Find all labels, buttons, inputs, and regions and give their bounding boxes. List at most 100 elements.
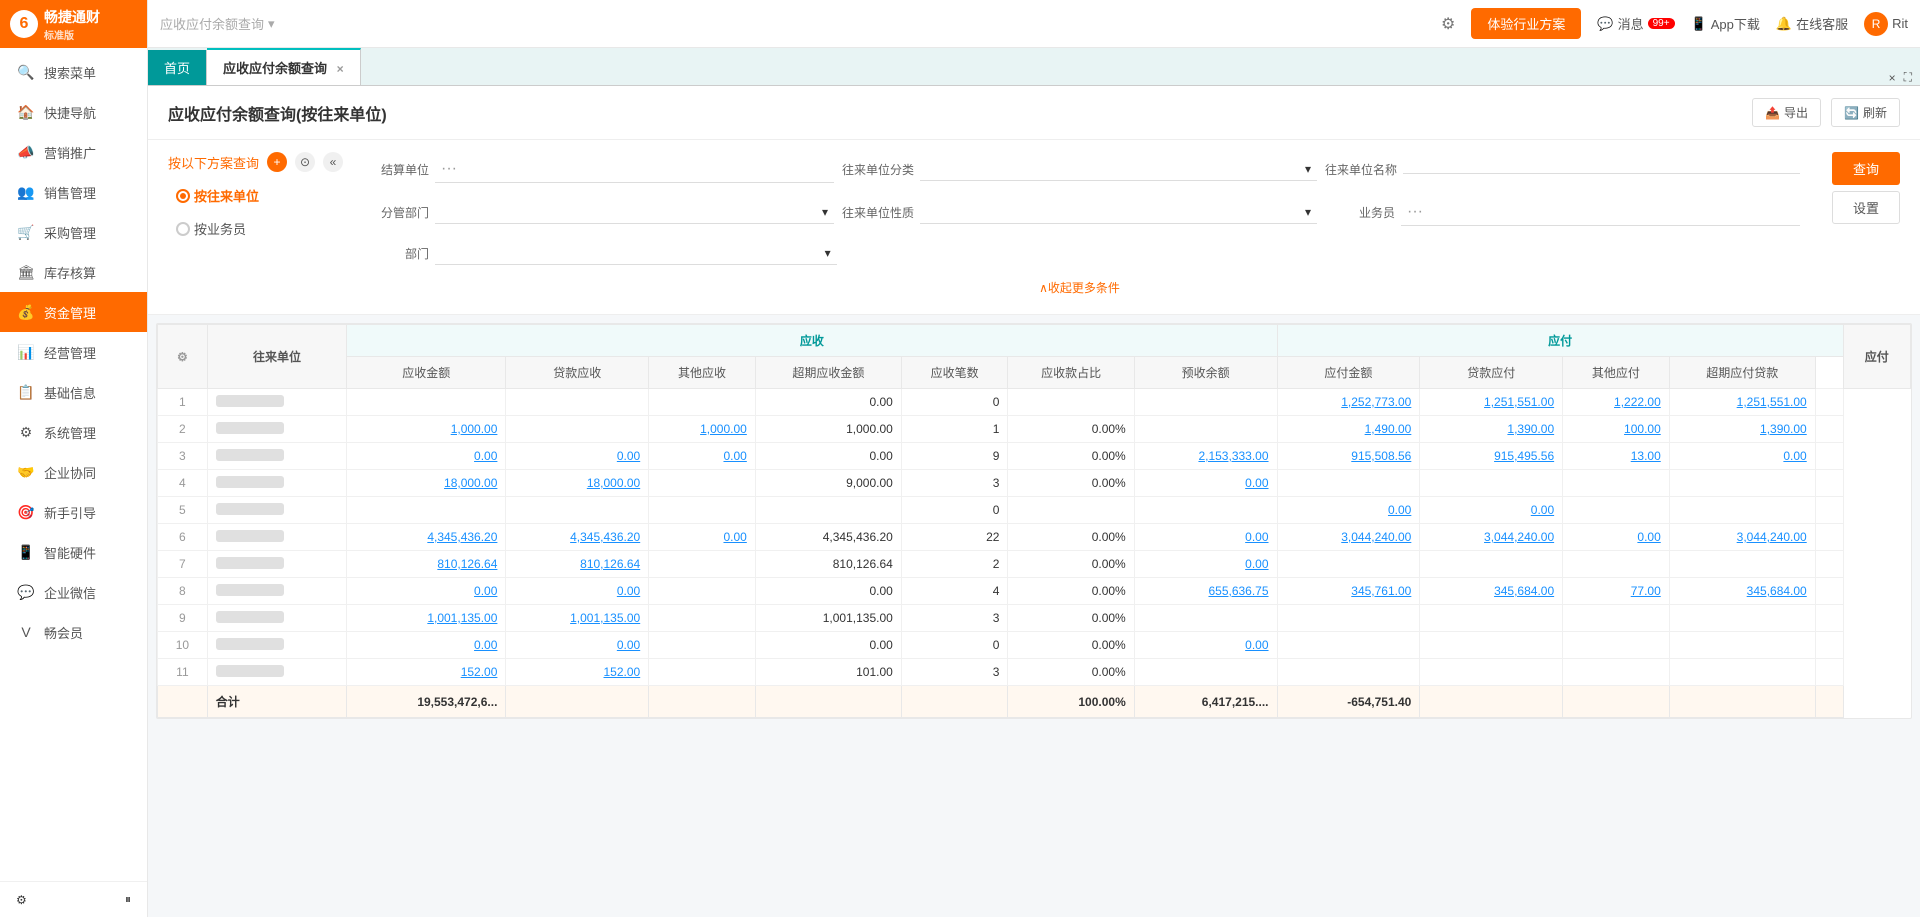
table-cell[interactable]: 0.00 xyxy=(1134,632,1277,659)
export-button[interactable]: 📤 导出 xyxy=(1752,98,1821,127)
cell-link[interactable]: 3,044,240.00 xyxy=(1737,530,1807,544)
table-cell[interactable]: 345,761.00 xyxy=(1277,578,1420,605)
cell-link[interactable]: 1,252,773.00 xyxy=(1341,395,1411,409)
sidebar-item-经营管理[interactable]: 📊经营管理 xyxy=(0,332,147,372)
cell-link[interactable]: 1,390.00 xyxy=(1760,422,1807,436)
cell-link[interactable]: 0.00 xyxy=(1245,638,1268,652)
table-cell[interactable]: 0.00 xyxy=(347,632,506,659)
message-btn[interactable]: 💬 消息 99+ xyxy=(1597,14,1674,33)
table-cell[interactable]: 3,044,240.00 xyxy=(1277,524,1420,551)
tab-minimize-icon[interactable]: × xyxy=(1889,71,1896,85)
table-cell[interactable]: 810,126.64 xyxy=(347,551,506,578)
select-dept[interactable]: ▾ xyxy=(435,201,834,224)
cell-link[interactable]: 655,636.75 xyxy=(1208,584,1268,598)
cell-link[interactable]: 1,390.00 xyxy=(1507,422,1554,436)
table-cell[interactable]: 1,001,135.00 xyxy=(506,605,649,632)
sidebar-item-营销推广[interactable]: 📣营销推广 xyxy=(0,132,147,172)
settings-gear-icon[interactable]: ⚙ xyxy=(1441,14,1455,34)
sidebar-item-企业微信[interactable]: 💬企业微信 xyxy=(0,572,147,612)
sidebar-item-基础信息[interactable]: 📋基础信息 xyxy=(0,372,147,412)
tab-report[interactable]: 应收应付余额查询 × xyxy=(207,48,361,85)
sidebar-item-资金管理[interactable]: 💰资金管理 xyxy=(0,292,147,332)
cell-link[interactable]: 1,251,551.00 xyxy=(1484,395,1554,409)
table-cell[interactable]: 13.00 xyxy=(1563,443,1670,470)
table-cell[interactable]: 3,044,240.00 xyxy=(1669,524,1815,551)
add-scheme-btn[interactable]: + xyxy=(267,152,287,172)
cell-link[interactable]: 0.00 xyxy=(474,584,497,598)
cell-link[interactable]: 0.00 xyxy=(1245,557,1268,571)
table-cell[interactable]: 810,126.64 xyxy=(506,551,649,578)
cell-link[interactable]: 0.00 xyxy=(1388,503,1411,517)
table-cell[interactable]: 0.00 xyxy=(506,632,649,659)
table-cell[interactable]: 1,251,551.00 xyxy=(1420,389,1563,416)
cell-link[interactable]: 4,345,436.20 xyxy=(570,530,640,544)
download-btn[interactable]: 📱 App下载 xyxy=(1691,14,1760,33)
table-cell[interactable]: 1,490.00 xyxy=(1277,416,1420,443)
promo-button[interactable]: 体验行业方案 xyxy=(1471,8,1581,39)
cell-link[interactable]: 3,044,240.00 xyxy=(1484,530,1554,544)
table-cell[interactable]: 0.00 xyxy=(1669,443,1815,470)
cell-link[interactable]: 0.00 xyxy=(617,449,640,463)
table-cell[interactable]: 152.00 xyxy=(347,659,506,686)
cell-link[interactable]: 915,495.56 xyxy=(1494,449,1554,463)
th-settings[interactable]: ⚙ xyxy=(158,325,208,389)
table-cell[interactable]: 345,684.00 xyxy=(1420,578,1563,605)
cell-link[interactable]: 152.00 xyxy=(604,665,641,679)
cell-link[interactable]: 345,684.00 xyxy=(1494,584,1554,598)
cell-link[interactable]: 0.00 xyxy=(723,449,746,463)
table-cell[interactable]: 3,044,240.00 xyxy=(1420,524,1563,551)
table-cell[interactable]: 77.00 xyxy=(1563,578,1670,605)
cell-link[interactable]: 1,490.00 xyxy=(1365,422,1412,436)
table-cell[interactable]: 0.00 xyxy=(1134,470,1277,497)
table-cell[interactable]: 4,345,436.20 xyxy=(506,524,649,551)
tab-maximize-icon[interactable]: ⛶ xyxy=(1904,70,1912,85)
cell-link[interactable]: 4,345,436.20 xyxy=(427,530,497,544)
sidebar-item-采购管理[interactable]: 🛒采购管理 xyxy=(0,212,147,252)
table-cell[interactable]: 1,222.00 xyxy=(1563,389,1670,416)
select-department[interactable]: ▾ xyxy=(435,242,837,265)
cell-link[interactable]: 915,508.56 xyxy=(1351,449,1411,463)
table-cell[interactable]: 1,390.00 xyxy=(1420,416,1563,443)
service-btn[interactable]: 🔔 在线客服 xyxy=(1776,14,1848,33)
cell-link[interactable]: 345,684.00 xyxy=(1747,584,1807,598)
input-jiesuan[interactable]: ··· xyxy=(435,156,834,183)
table-cell[interactable]: 152.00 xyxy=(506,659,649,686)
table-cell[interactable]: 18,000.00 xyxy=(506,470,649,497)
table-cell[interactable]: 915,508.56 xyxy=(1277,443,1420,470)
cell-link[interactable]: 0.00 xyxy=(1637,530,1660,544)
option-by-unit[interactable]: 按往来单位 xyxy=(168,182,343,209)
sidebar-item-畅会员[interactable]: V畅会员 xyxy=(0,612,147,652)
cell-link[interactable]: 100.00 xyxy=(1624,422,1661,436)
table-cell[interactable]: 0.00 xyxy=(347,443,506,470)
sidebar-item-企业协同[interactable]: 🤝企业协同 xyxy=(0,452,147,492)
cell-link[interactable]: 0.00 xyxy=(474,449,497,463)
table-cell[interactable]: 655,636.75 xyxy=(1134,578,1277,605)
table-cell[interactable]: 0.00 xyxy=(649,524,756,551)
table-cell[interactable]: 915,495.56 xyxy=(1420,443,1563,470)
sidebar-item-快捷导航[interactable]: 🏠快捷导航 xyxy=(0,92,147,132)
table-cell[interactable]: 0.00 xyxy=(347,578,506,605)
cell-link[interactable]: 13.00 xyxy=(1631,449,1661,463)
table-cell[interactable]: 0.00 xyxy=(649,443,756,470)
sidebar-item-搜索菜单[interactable]: 🔍搜索菜单 xyxy=(0,52,147,92)
cell-link[interactable]: 0.00 xyxy=(1245,476,1268,490)
table-cell[interactable]: 1,252,773.00 xyxy=(1277,389,1420,416)
cell-link[interactable]: 18,000.00 xyxy=(444,476,497,490)
cell-link[interactable]: 1,251,551.00 xyxy=(1737,395,1807,409)
table-cell[interactable]: 1,251,551.00 xyxy=(1669,389,1815,416)
sidebar-item-库存核算[interactable]: 🏛库存核算 xyxy=(0,252,147,292)
tab-close-btn[interactable]: × xyxy=(337,62,344,76)
cell-link[interactable]: 0.00 xyxy=(1531,503,1554,517)
collapse-more-btn[interactable]: ∧ 收起更多条件 xyxy=(359,273,1800,302)
query-button[interactable]: 查询 xyxy=(1832,152,1900,185)
table-cell[interactable]: 0.00 xyxy=(1134,551,1277,578)
table-cell[interactable]: 1,000.00 xyxy=(649,416,756,443)
table-cell[interactable]: 4,345,436.20 xyxy=(347,524,506,551)
table-cell[interactable]: 1,001,135.00 xyxy=(347,605,506,632)
cell-link[interactable]: 18,000.00 xyxy=(587,476,640,490)
cell-link[interactable]: 810,126.64 xyxy=(580,557,640,571)
option-by-salesman[interactable]: 按业务员 xyxy=(168,215,343,242)
settings-icon[interactable]: ⚙ xyxy=(16,893,27,907)
user-btn[interactable]: R Rit xyxy=(1864,12,1908,36)
sidebar-item-新手引导[interactable]: 🎯新手引导 xyxy=(0,492,147,532)
